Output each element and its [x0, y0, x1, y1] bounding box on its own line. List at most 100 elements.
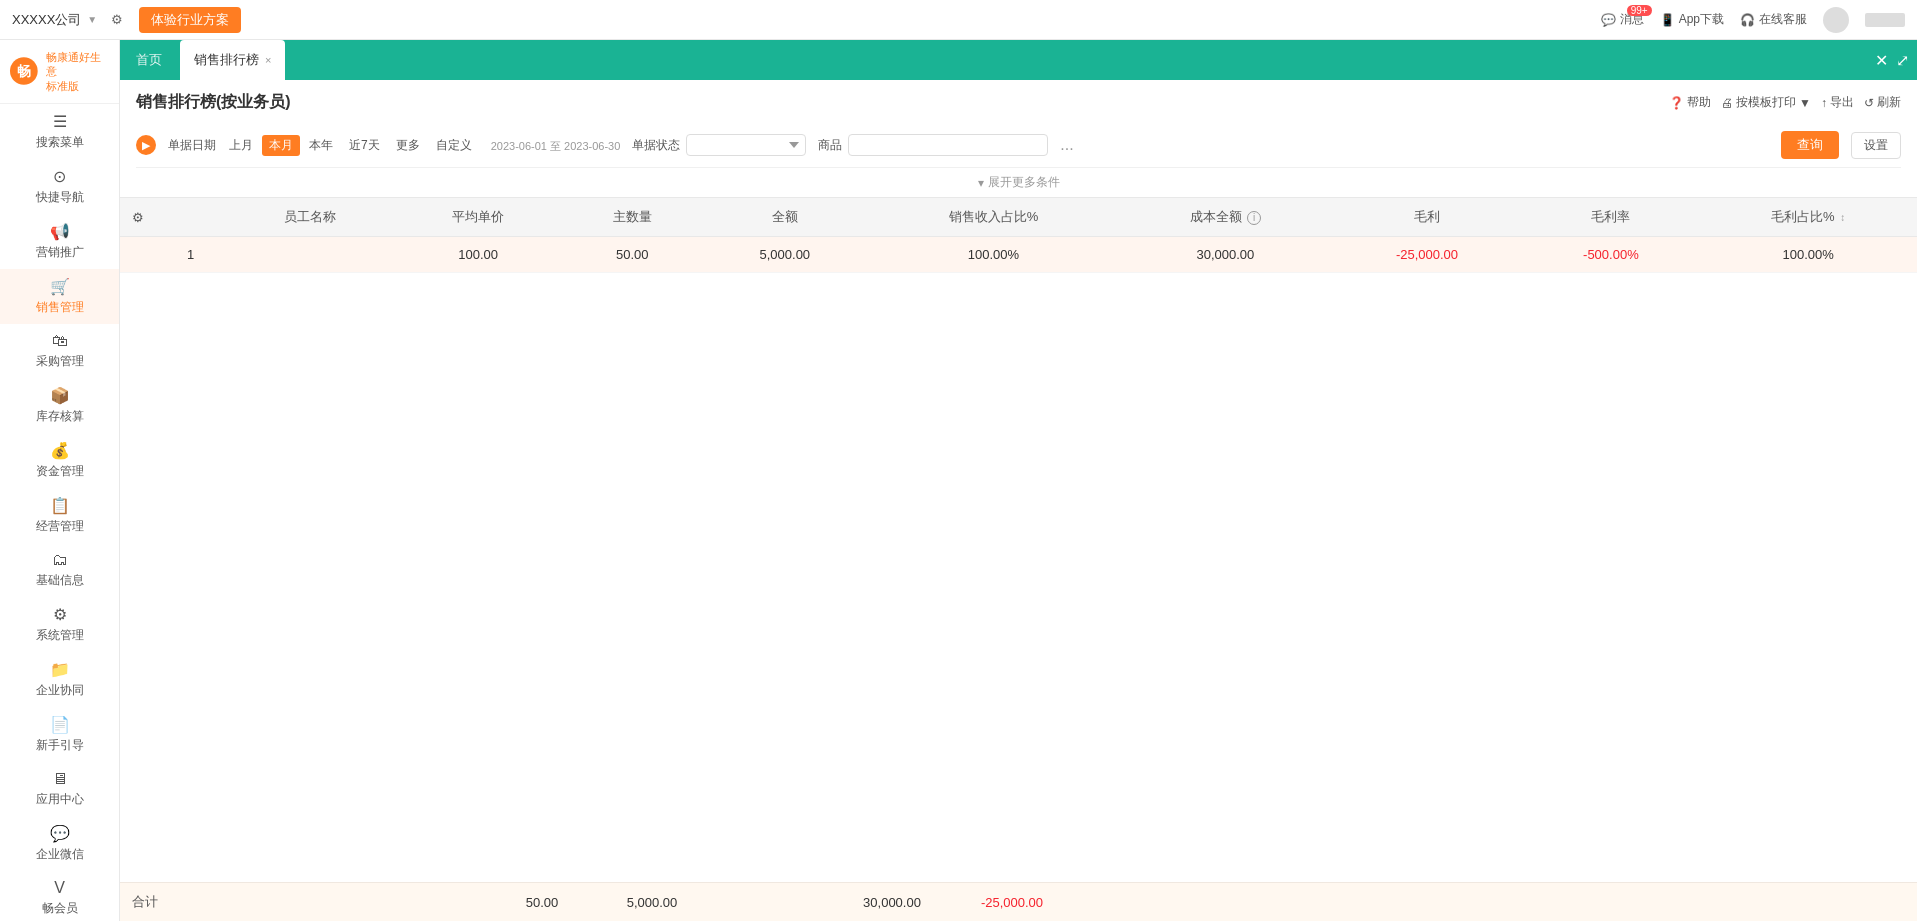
sidebar-item-sales[interactable]: 🛒 销售管理: [0, 269, 119, 324]
table-footer: 合计 50.00 5,000.00 30,000.00 -25,000.00: [120, 882, 1917, 921]
online-service-item[interactable]: 🎧 在线客服: [1740, 11, 1807, 28]
header-right: 💬 消息 99+ 📱 App下载 🎧 在线客服: [1601, 7, 1905, 33]
sidebar-item-label: 经营管理: [36, 518, 84, 535]
sidebar-item-label: 资金管理: [36, 463, 84, 480]
main-layout: 畅 畅康通好生意 标准版 ☰ 搜索菜单 ⊙ 快捷导航 📢 营销推广 🛒 销售管理…: [0, 40, 1917, 921]
trial-button[interactable]: 体验行业方案: [139, 7, 241, 33]
filter-collapse-button[interactable]: ▶: [136, 135, 156, 155]
tab-home[interactable]: 首页: [120, 40, 178, 80]
expand-icon: ▾: [978, 176, 984, 190]
sidebar-item-purchase[interactable]: 🛍 采购管理: [0, 324, 119, 378]
setting-button[interactable]: 设置: [1851, 132, 1901, 159]
export-link[interactable]: ↑ 导出: [1821, 94, 1854, 111]
col-profit: 毛利: [1331, 198, 1522, 237]
member-icon: V: [54, 879, 65, 897]
sidebar-item-label: 企业微信: [36, 846, 84, 863]
settings-icon[interactable]: ⚙: [105, 8, 129, 32]
page-content: 销售排行榜(按业务员) ❓ 帮助 🖨 按模板打印 ▼ ↑: [120, 80, 1917, 921]
tab-sales-ranking[interactable]: 销售排行榜 ×: [180, 40, 285, 80]
cell-qty: 50.00: [562, 237, 702, 273]
date-tab-current-month[interactable]: 本月: [262, 135, 300, 156]
sidebar-item-operations[interactable]: 📋 经营管理: [0, 488, 119, 543]
date-tabs: 上月 本月 本年 近7天 更多 自定义: [222, 135, 479, 156]
date-range-display: 2023-06-01 至 2023-06-30: [491, 139, 621, 154]
date-tab-more[interactable]: 更多: [389, 135, 427, 156]
help-link[interactable]: ❓ 帮助: [1669, 94, 1711, 111]
status-select[interactable]: [686, 134, 806, 156]
tab-close-window-icon[interactable]: ✕: [1875, 51, 1888, 70]
sidebar-item-quick-nav[interactable]: ⊙ 快捷导航: [0, 159, 119, 214]
content-area: 首页 销售排行榜 × ✕ ⤢ 销售排行榜(按业务员) ❓ 帮助: [120, 40, 1917, 921]
sidebar-item-basic-info[interactable]: 🗂 基础信息: [0, 543, 119, 597]
date-tab-last-month[interactable]: 上月: [222, 135, 260, 156]
cell-profit-ratio: 100.00%: [1699, 237, 1917, 273]
date-tab-7days[interactable]: 近7天: [342, 135, 387, 156]
company-selector[interactable]: XXXXX公司 ▼: [12, 11, 97, 29]
wechat-icon: 💬: [50, 824, 70, 843]
sidebar-item-label: 新手引导: [36, 737, 84, 754]
online-service-icon: 🎧: [1740, 13, 1755, 27]
app-download-item[interactable]: 📱 App下载: [1660, 11, 1724, 28]
sidebar-item-finance[interactable]: 💰 资金管理: [0, 433, 119, 488]
sidebar-item-label: 畅会员: [42, 900, 78, 917]
svg-text:畅: 畅: [17, 63, 31, 79]
cost-info-icon[interactable]: i: [1247, 211, 1261, 225]
sidebar-item-system[interactable]: ⚙ 系统管理: [0, 597, 119, 652]
sidebar-item-marketing[interactable]: 📢 营销推广: [0, 214, 119, 269]
col-cost: 成本全额 i: [1119, 198, 1331, 237]
more-filters-dots[interactable]: ...: [1060, 136, 1073, 154]
sidebar-item-member[interactable]: V 畅会员: [0, 871, 119, 921]
refresh-icon: ↺: [1864, 96, 1874, 110]
page-title: 销售排行榜(按业务员): [136, 92, 291, 113]
cell-profit-rate: -500.00%: [1523, 237, 1700, 273]
sidebar-item-label: 企业协同: [36, 682, 84, 699]
basic-info-icon: 🗂: [52, 551, 68, 569]
message-item[interactable]: 💬 消息 99+: [1601, 11, 1644, 28]
date-tab-current-year[interactable]: 本年: [302, 135, 340, 156]
cell-avg-price: 100.00: [394, 237, 563, 273]
col-qty: 主数量: [562, 198, 702, 237]
sidebar-item-guide[interactable]: 📄 新手引导: [0, 707, 119, 762]
date-tab-custom[interactable]: 自定义: [429, 135, 479, 156]
footer-qty: 50.00: [492, 895, 592, 910]
date-filter-group: 单据日期 上月 本月 本年 近7天 更多 自定义: [168, 135, 479, 156]
sidebar-item-search[interactable]: ☰ 搜索菜单: [0, 104, 119, 159]
app-download-label: App下载: [1679, 11, 1724, 28]
company-chevron-icon: ▼: [87, 14, 97, 25]
sidebar: 畅 畅康通好生意 标准版 ☰ 搜索菜单 ⊙ 快捷导航 📢 营销推广 🛒 销售管理…: [0, 40, 120, 921]
avatar[interactable]: [1823, 7, 1849, 33]
quick-nav-icon: ⊙: [53, 167, 66, 186]
table-container: ⚙ 员工名称 平均单价 主数量 全额 销售收入占比% 成本全额 i: [120, 198, 1917, 882]
goods-input[interactable]: [848, 134, 1048, 156]
sidebar-logo: 畅 畅康通好生意 标准版: [0, 40, 119, 104]
filter-row: ▶ 单据日期 上月 本月 本年 近7天 更多 自定义 2023-06-01 至 …: [136, 123, 1901, 167]
sidebar-item-inventory[interactable]: 📦 库存核算: [0, 378, 119, 433]
tab-maximize-icon[interactable]: ⤢: [1896, 51, 1909, 70]
finance-icon: 💰: [50, 441, 70, 460]
query-button[interactable]: 查询: [1781, 131, 1839, 159]
sidebar-item-wechat[interactable]: 💬 企业微信: [0, 816, 119, 871]
tab-label: 销售排行榜: [194, 51, 259, 69]
sidebar-item-label: 采购管理: [36, 353, 84, 370]
sidebar-item-enterprise[interactable]: 📁 企业协同: [0, 652, 119, 707]
system-icon: ⚙: [53, 605, 67, 624]
refresh-link[interactable]: ↺ 刷新: [1864, 94, 1901, 111]
top-header: XXXXX公司 ▼ ⚙ 体验行业方案 💬 消息 99+ 📱 App下载 🎧 在线…: [0, 0, 1917, 40]
footer-cost: 30,000.00: [832, 895, 952, 910]
data-table: ⚙ 员工名称 平均单价 主数量 全额 销售收入占比% 成本全额 i: [120, 198, 1917, 273]
date-filter-label: 单据日期: [168, 137, 216, 154]
print-chevron-icon: ▼: [1799, 96, 1811, 110]
page-actions: ❓ 帮助 🖨 按模板打印 ▼ ↑ 导出 ↺: [1669, 94, 1901, 111]
sidebar-item-app-center[interactable]: 🖥 应用中心: [0, 762, 119, 816]
tab-close-icon[interactable]: ×: [265, 54, 271, 66]
cell-rank: 1: [156, 237, 225, 273]
col-settings[interactable]: ⚙: [120, 198, 156, 237]
profit-ratio-sort-icon[interactable]: ↕: [1840, 212, 1845, 223]
print-link[interactable]: 🖨 按模板打印 ▼: [1721, 94, 1811, 111]
col-avg-price: 平均单价: [394, 198, 563, 237]
sidebar-item-label: 快捷导航: [36, 189, 84, 206]
cell-profit: -25,000.00: [1331, 237, 1522, 273]
cell-sales-ratio: 100.00%: [868, 237, 1120, 273]
expand-more-button[interactable]: ▾ 展开更多条件: [978, 174, 1060, 191]
operations-icon: 📋: [50, 496, 70, 515]
